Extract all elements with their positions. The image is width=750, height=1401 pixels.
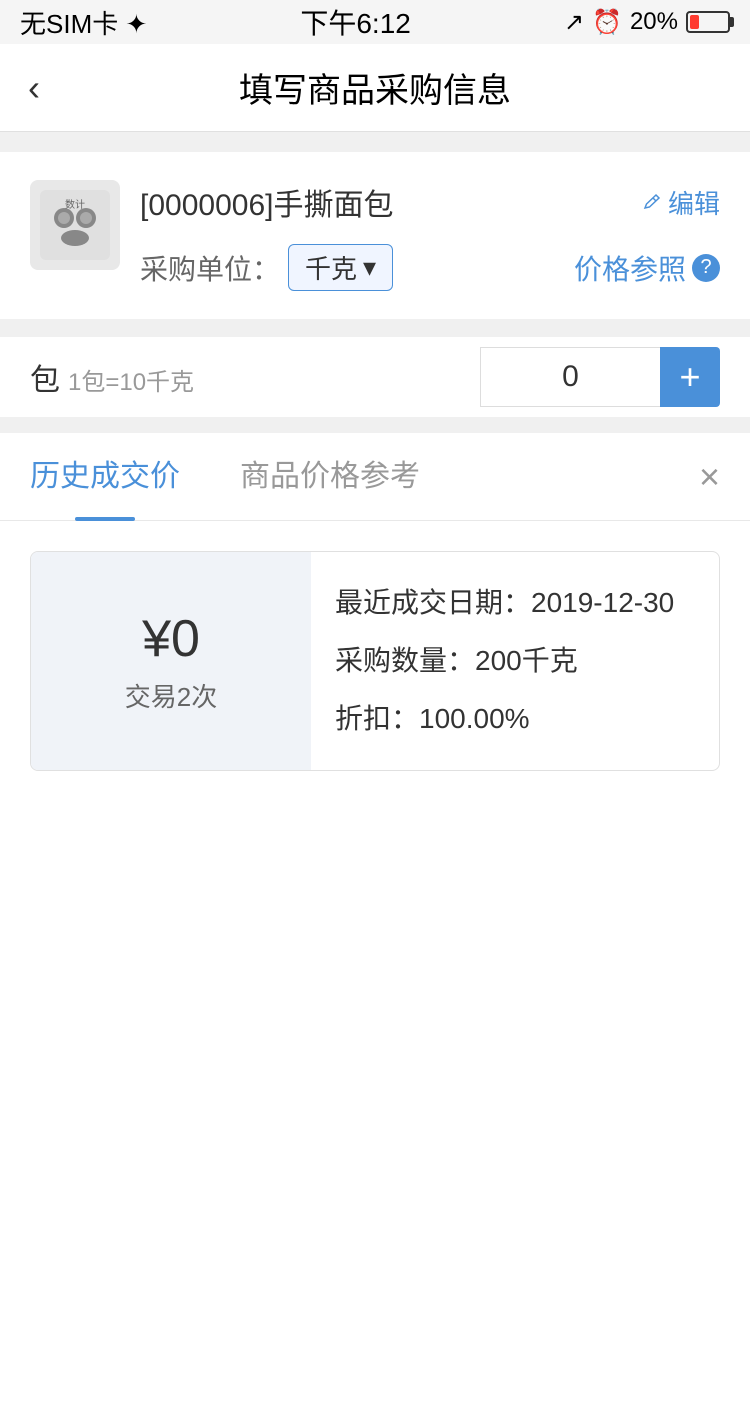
history-card: ¥0 交易2次 最近成交日期：2019-12-30 采购数量：200千克 折扣：… [30, 551, 720, 771]
product-info: [0000006]手撕面包 编辑 采购单位： 千克 ▾ 价格参照 ? [140, 180, 720, 291]
alarm-icon: ⏰ [592, 8, 622, 37]
history-detail-section: 最近成交日期：2019-12-30 采购数量：200千克 折扣：100.00% [311, 552, 719, 770]
battery-icon [686, 11, 730, 33]
page-title: 填写商品采购信息 [239, 63, 511, 112]
price-ref-icon: ? [692, 254, 720, 282]
tab-items: 历史成交价 商品价格参考 [30, 451, 420, 503]
date-label: 最近成交日期： [335, 587, 531, 618]
status-bar: 无SIM卡 ✦ 下午6:12 ↗ ⏰ 20% [0, 0, 750, 44]
quantity-label-group: 包 1包=10千克 [30, 355, 194, 399]
edit-icon [642, 191, 664, 213]
quantity-input[interactable] [480, 347, 660, 407]
edit-button[interactable]: 编辑 [642, 184, 720, 221]
location-icon: ↗ [564, 8, 584, 37]
discount-label: 折扣： [335, 703, 419, 734]
nav-bar: ‹ 填写商品采购信息 [0, 44, 750, 132]
price-value: 0 [171, 610, 200, 668]
edit-label: 编辑 [668, 184, 720, 221]
status-left: 无SIM卡 ✦ [20, 4, 147, 41]
discount-value: 100.00% [419, 703, 530, 734]
status-time: 下午6:12 [300, 2, 411, 42]
tab-close-button[interactable]: × [699, 456, 720, 498]
product-thumbnail: 数计 [30, 180, 120, 270]
history-trades-count: 交易2次 [125, 677, 217, 714]
history-date-row: 最近成交日期：2019-12-30 [335, 582, 695, 624]
qty-value: 200千克 [475, 645, 578, 676]
unit-value: 千克 [305, 249, 357, 286]
tab-bar: 历史成交价 商品价格参考 × [0, 433, 750, 521]
tab-history-price[interactable]: 历史成交价 [30, 451, 180, 503]
status-right: ↗ ⏰ 20% [564, 8, 730, 37]
product-card: 数计 [0000006]手撕面包 编辑 采购单位： 千克 ▾ 价格参照 ? [0, 152, 750, 319]
carrier-label: 无SIM卡 ✦ [20, 4, 147, 41]
battery-pct: 20% [630, 8, 678, 36]
divider-1 [0, 319, 750, 335]
product-name: [0000006]手撕面包 [140, 180, 393, 224]
divider-2 [0, 417, 750, 433]
history-price-display: ¥0 [142, 609, 200, 669]
history-content: ¥0 交易2次 最近成交日期：2019-12-30 采购数量：200千克 折扣：… [0, 521, 750, 801]
tab-product-price-ref[interactable]: 商品价格参考 [240, 451, 420, 503]
tab-section: 历史成交价 商品价格参考 × ¥0 交易2次 最近成交日期：2019-12-30… [0, 433, 750, 801]
back-button[interactable]: ‹ [28, 67, 40, 109]
product-owl-icon: 数计 [40, 190, 110, 260]
qty-label: 采购数量： [335, 645, 475, 676]
product-name-row: [0000006]手撕面包 编辑 [140, 180, 720, 224]
unit-select[interactable]: 千克 ▾ [288, 244, 393, 291]
bottom-space [0, 801, 750, 1401]
history-price-section: ¥0 交易2次 [31, 552, 311, 770]
quantity-section: 包 1包=10千克 + [0, 337, 750, 417]
history-discount-row: 折扣：100.00% [335, 698, 695, 740]
svg-text:数计: 数计 [65, 198, 85, 211]
price-currency: ¥ [142, 610, 171, 668]
quantity-control: + [480, 347, 720, 407]
quantity-unit-eq: 1包=10千克 [68, 362, 194, 397]
date-value: 2019-12-30 [531, 587, 674, 618]
history-qty-row: 采购数量：200千克 [335, 640, 695, 682]
unit-row: 采购单位： 千克 ▾ 价格参照 ? [140, 244, 720, 291]
unit-prefix: 采购单位： [140, 248, 280, 288]
price-reference-button[interactable]: 价格参照 ? [574, 248, 720, 288]
quantity-plus-button[interactable]: + [660, 347, 720, 407]
quantity-unit-label: 包 [30, 355, 60, 399]
unit-arrow-icon: ▾ [363, 252, 376, 283]
price-ref-label: 价格参照 [574, 248, 686, 288]
